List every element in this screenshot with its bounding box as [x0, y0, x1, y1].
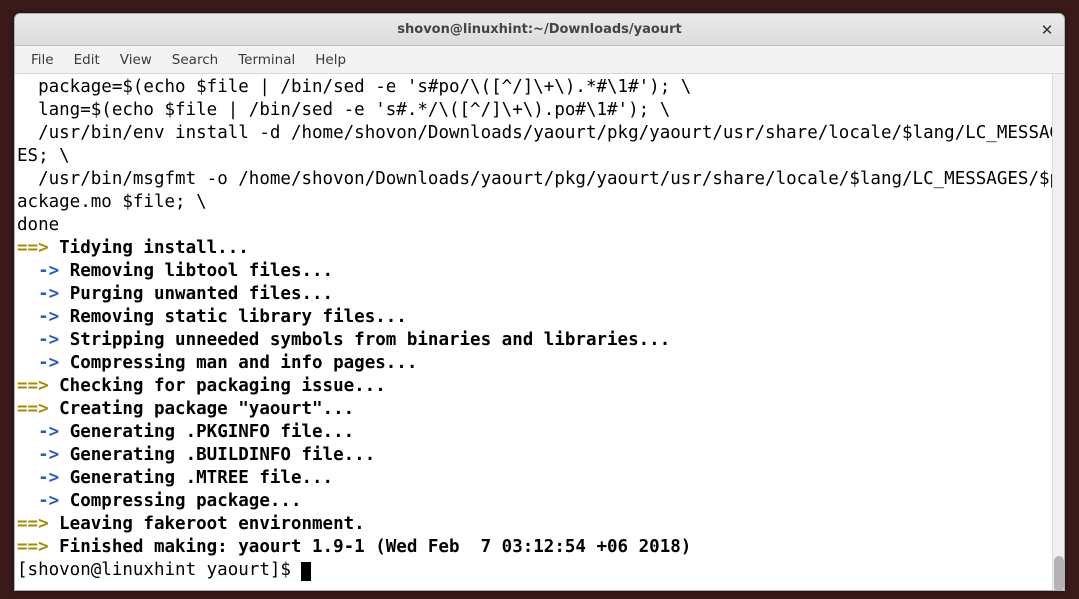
- menu-file[interactable]: File: [21, 48, 64, 72]
- arrow-main-icon: ==>: [17, 238, 49, 258]
- arrow-sub-icon: ->: [17, 307, 59, 327]
- arrow-sub-icon: ->: [17, 261, 59, 281]
- output-line: /usr/bin/env install -d /home/shovon/Dow…: [17, 122, 1062, 168]
- output-line: ==> Tidying install...: [17, 237, 1062, 260]
- menu-search[interactable]: Search: [162, 48, 228, 72]
- output-line: -> Purging unwanted files...: [17, 283, 1062, 306]
- terminal-output[interactable]: package=$(echo $file | /bin/sed -e 's#po…: [15, 74, 1064, 590]
- output-line: -> Generating .MTREE file...: [17, 467, 1062, 490]
- arrow-sub-icon: ->: [17, 445, 59, 465]
- menu-terminal[interactable]: Terminal: [228, 48, 305, 72]
- step-text: Compressing man and info pages...: [59, 353, 417, 373]
- output-line: -> Compressing package...: [17, 490, 1062, 513]
- output-line: -> Compressing man and info pages...: [17, 352, 1062, 375]
- output-line: ==> Leaving fakeroot environment.: [17, 513, 1062, 536]
- titlebar[interactable]: shovon@linuxhint:~/Downloads/yaourt ✕: [15, 14, 1064, 46]
- step-text: Removing static library files...: [59, 307, 407, 327]
- close-icon[interactable]: ✕: [1038, 21, 1056, 39]
- menubar: File Edit View Search Terminal Help: [15, 46, 1064, 74]
- step-text: Checking for packaging issue...: [49, 376, 386, 396]
- arrow-sub-icon: ->: [17, 330, 59, 350]
- step-text: Creating package "yaourt"...: [49, 399, 355, 419]
- output-line: -> Removing libtool files...: [17, 260, 1062, 283]
- terminal-window: shovon@linuxhint:~/Downloads/yaourt ✕ Fi…: [14, 13, 1065, 591]
- output-line: ==> Checking for packaging issue...: [17, 375, 1062, 398]
- arrow-sub-icon: ->: [17, 468, 59, 488]
- output-line: ==> Creating package "yaourt"...: [17, 398, 1062, 421]
- step-text: Tidying install...: [49, 238, 249, 258]
- output-line: -> Generating .BUILDINFO file...: [17, 444, 1062, 467]
- arrow-main-icon: ==>: [17, 376, 49, 396]
- menu-edit[interactable]: Edit: [64, 48, 110, 72]
- step-text: Removing libtool files...: [59, 261, 333, 281]
- output-line: ==> Finished making: yaourt 1.9-1 (Wed F…: [17, 536, 1062, 559]
- window-title: shovon@linuxhint:~/Downloads/yaourt: [397, 22, 681, 37]
- step-text: Leaving fakeroot environment.: [49, 514, 365, 534]
- scrollbar[interactable]: [1052, 74, 1064, 591]
- menu-help[interactable]: Help: [305, 48, 356, 72]
- step-text: Generating .MTREE file...: [59, 468, 333, 488]
- arrow-sub-icon: ->: [17, 491, 59, 511]
- arrow-sub-icon: ->: [17, 422, 59, 442]
- output-line: done: [17, 214, 1062, 237]
- output-line: -> Removing static library files...: [17, 306, 1062, 329]
- output-line: -> Generating .PKGINFO file...: [17, 421, 1062, 444]
- arrow-sub-icon: ->: [17, 284, 59, 304]
- arrow-sub-icon: ->: [17, 353, 59, 373]
- step-text: Generating .BUILDINFO file...: [59, 445, 375, 465]
- step-text: Finished making: yaourt 1.9-1 (Wed Feb 7…: [49, 537, 692, 557]
- menu-view[interactable]: View: [110, 48, 162, 72]
- prompt-line: [shovon@linuxhint yaourt]$: [17, 559, 1062, 582]
- output-line: package=$(echo $file | /bin/sed -e 's#po…: [17, 76, 1062, 99]
- arrow-main-icon: ==>: [17, 514, 49, 534]
- arrow-main-icon: ==>: [17, 399, 49, 419]
- output-line: /usr/bin/msgfmt -o /home/shovon/Download…: [17, 168, 1062, 214]
- output-line: lang=$(echo $file | /bin/sed -e 's#.*/\(…: [17, 99, 1062, 122]
- shell-prompt: [shovon@linuxhint yaourt]$: [17, 560, 301, 580]
- step-text: Purging unwanted files...: [59, 284, 333, 304]
- output-line: -> Stripping unneeded symbols from binar…: [17, 329, 1062, 352]
- step-text: Compressing package...: [59, 491, 301, 511]
- cursor-icon: [301, 562, 311, 581]
- arrow-main-icon: ==>: [17, 537, 49, 557]
- step-text: Stripping unneeded symbols from binaries…: [59, 330, 670, 350]
- scrollbar-thumb[interactable]: [1054, 556, 1064, 591]
- step-text: Generating .PKGINFO file...: [59, 422, 354, 442]
